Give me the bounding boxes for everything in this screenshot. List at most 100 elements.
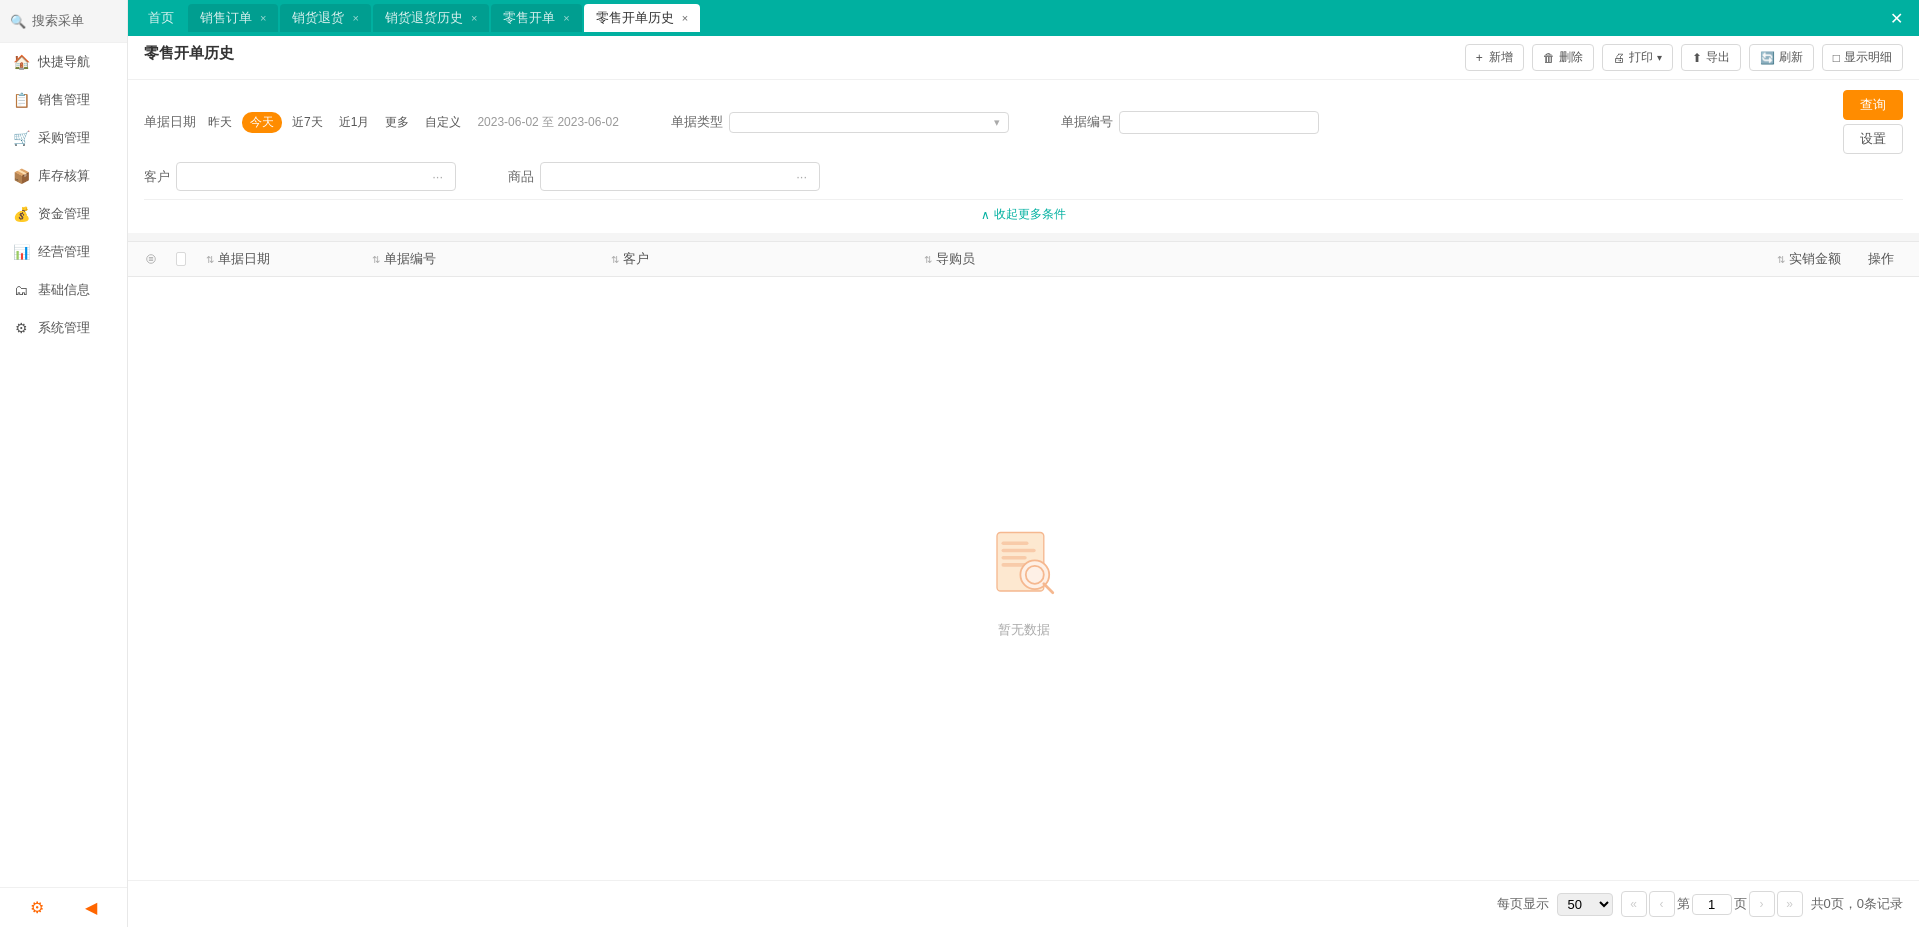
- customer-filter-label: 客户: [144, 168, 170, 186]
- sidebar-search-label: 搜索采单: [32, 12, 84, 30]
- sidebar-item-sys-mgmt[interactable]: ⚙ 系统管理: [0, 309, 127, 347]
- goods-dots-icon[interactable]: ···: [792, 166, 811, 187]
- col-header-settings[interactable]: [136, 244, 166, 274]
- col-header-check[interactable]: [166, 244, 196, 274]
- col-guide-label: 导购员: [936, 250, 975, 268]
- sidebar-item-basic-info[interactable]: 🗂 基础信息: [0, 271, 127, 309]
- page-next-button[interactable]: ›: [1749, 891, 1775, 917]
- sidebar-search[interactable]: 🔍 搜索采单: [0, 0, 127, 43]
- empty-illustration: [979, 519, 1069, 609]
- filter-row-2: 客户 ··· 商品 ···: [144, 162, 1903, 191]
- type-select[interactable]: ▾: [729, 112, 1009, 133]
- sidebar-item-label: 经营管理: [38, 243, 90, 261]
- date-btn-7days[interactable]: 近7天: [286, 112, 329, 133]
- type-select-arrow: ▾: [994, 116, 1000, 129]
- home-icon: 🏠: [12, 54, 30, 70]
- export-label: 导出: [1706, 49, 1730, 66]
- settings-button[interactable]: 设置: [1843, 124, 1903, 154]
- delete-button[interactable]: 🗑 删除: [1532, 44, 1594, 71]
- page-prev-button[interactable]: ‹: [1649, 891, 1675, 917]
- date-btn-custom[interactable]: 自定义: [419, 112, 467, 133]
- basic-icon: 🗂: [12, 282, 30, 298]
- tab-sales-order[interactable]: 销售订单 ×: [188, 4, 278, 32]
- purchase-icon: 🛒: [12, 130, 30, 146]
- goods-filter-label: 商品: [508, 168, 534, 186]
- date-btn-1month[interactable]: 近1月: [333, 112, 376, 133]
- collapse-label: 收起更多条件: [994, 206, 1066, 223]
- col-header-customer[interactable]: ⇅ 客户: [601, 242, 913, 276]
- collapse-filter-button[interactable]: ∧ 收起更多条件: [144, 199, 1903, 223]
- sidebar-item-label: 销售管理: [38, 91, 90, 109]
- sidebar-item-label: 库存核算: [38, 167, 90, 185]
- number-input[interactable]: [1119, 111, 1319, 134]
- sidebar-item-ops-mgmt[interactable]: 📊 经营管理: [0, 233, 127, 271]
- customer-input-container[interactable]: ···: [176, 162, 456, 191]
- date-btn-today[interactable]: 今天: [242, 112, 282, 133]
- customer-dots-icon[interactable]: ···: [428, 166, 447, 187]
- sidebar-item-finance-mgmt[interactable]: 💰 资金管理: [0, 195, 127, 233]
- page-number-input[interactable]: [1692, 894, 1732, 915]
- select-all-checkbox[interactable]: [176, 252, 186, 266]
- display-detail-button[interactable]: □ 显示明细: [1822, 44, 1903, 71]
- sidebar-item-quick-nav[interactable]: 🏠 快捷导航: [0, 43, 127, 81]
- add-button[interactable]: + 新增: [1465, 44, 1524, 71]
- number-filter-label: 单据编号: [1061, 113, 1113, 131]
- tab-sales-return-close[interactable]: ×: [352, 12, 358, 24]
- sidebar-item-purchase-mgmt[interactable]: 🛒 采购管理: [0, 119, 127, 157]
- display-icon: □: [1833, 51, 1840, 65]
- col-header-action: 操作: [1851, 242, 1911, 276]
- tab-retail-open-close[interactable]: ×: [563, 12, 569, 24]
- tab-retail-history-close[interactable]: ×: [682, 12, 688, 24]
- col-action-label: 操作: [1868, 250, 1894, 268]
- sidebar-item-stock-calc[interactable]: 📦 库存核算: [0, 157, 127, 195]
- refresh-label: 刷新: [1779, 49, 1803, 66]
- sidebar: 🔍 搜索采单 🏠 快捷导航 📋 销售管理 🛒 采购管理 📦 库存核算 💰 资金管…: [0, 0, 128, 927]
- settings-col-icon: [146, 252, 156, 266]
- sidebar-item-sales-mgmt[interactable]: 📋 销售管理: [0, 81, 127, 119]
- filter-dates: 昨天 今天 近7天 近1月 更多 自定义: [202, 112, 467, 133]
- col-header-date[interactable]: ⇅ 单据日期: [196, 242, 362, 276]
- window-close-button[interactable]: ✕: [1882, 9, 1911, 28]
- filter-customer-item: 客户 ···: [144, 162, 456, 191]
- action-buttons: 查询 设置: [1843, 90, 1903, 154]
- goods-input-container[interactable]: ···: [540, 162, 820, 191]
- finance-icon: 💰: [12, 206, 30, 222]
- col-header-amount[interactable]: ⇅ 实销金额: [1685, 242, 1851, 276]
- sidebar-menu: 🏠 快捷导航 📋 销售管理 🛒 采购管理 📦 库存核算 💰 资金管理 📊 经营管…: [0, 43, 127, 887]
- page-nav: « ‹ 第 页 › »: [1621, 891, 1803, 917]
- empty-text-label: 暂无数据: [998, 621, 1050, 639]
- tab-sales-return[interactable]: 销货退货 ×: [280, 4, 370, 32]
- query-button[interactable]: 查询: [1843, 90, 1903, 120]
- table-section: ⇅ 单据日期 ⇅ 单据编号 ⇅ 客户 ⇅ 导购员 ⇅ 实销: [128, 241, 1919, 927]
- tab-retail-history[interactable]: 零售开单历史 ×: [584, 4, 700, 32]
- sidebar-item-label: 基础信息: [38, 281, 90, 299]
- per-page-select[interactable]: 50 100 200: [1557, 893, 1613, 916]
- sidebar-settings-button[interactable]: ⚙: [30, 898, 44, 917]
- goods-input[interactable]: [549, 169, 792, 184]
- tab-home-label: 首页: [148, 9, 174, 27]
- display-label: 显示明细: [1844, 49, 1892, 66]
- page-first-button[interactable]: «: [1621, 891, 1647, 917]
- export-button[interactable]: ⬆ 导出: [1681, 44, 1741, 71]
- tab-sales-return-history-close[interactable]: ×: [471, 12, 477, 24]
- add-icon: +: [1476, 51, 1483, 65]
- tab-retail-open-label: 零售开单: [503, 9, 555, 27]
- main-area: 首页 销售订单 × 销货退货 × 销货退货历史 × 零售开单 × 零售开单历史 …: [128, 0, 1919, 927]
- tab-sales-return-history[interactable]: 销货退货历史 ×: [373, 4, 489, 32]
- tab-home[interactable]: 首页: [136, 4, 186, 32]
- stock-icon: 📦: [12, 168, 30, 184]
- refresh-button[interactable]: 🔄 刷新: [1749, 44, 1814, 71]
- col-customer-label: 客户: [623, 250, 649, 268]
- filter-row-1: 单据日期 昨天 今天 近7天 近1月 更多 自定义 2023-06-02 至 2…: [144, 90, 1903, 154]
- customer-input[interactable]: [185, 169, 428, 184]
- tab-sales-order-close[interactable]: ×: [260, 12, 266, 24]
- date-btn-more[interactable]: 更多: [379, 112, 415, 133]
- col-header-guide[interactable]: ⇅ 导购员: [914, 242, 1080, 276]
- print-button[interactable]: 🖨 打印 ▾: [1602, 44, 1673, 71]
- tab-retail-open[interactable]: 零售开单 ×: [491, 4, 581, 32]
- page-last-button[interactable]: »: [1777, 891, 1803, 917]
- col-header-number[interactable]: ⇅ 单据编号: [362, 242, 601, 276]
- add-label: 新增: [1489, 49, 1513, 66]
- date-btn-yesterday[interactable]: 昨天: [202, 112, 238, 133]
- sidebar-collapse-button[interactable]: ◀: [85, 898, 97, 917]
